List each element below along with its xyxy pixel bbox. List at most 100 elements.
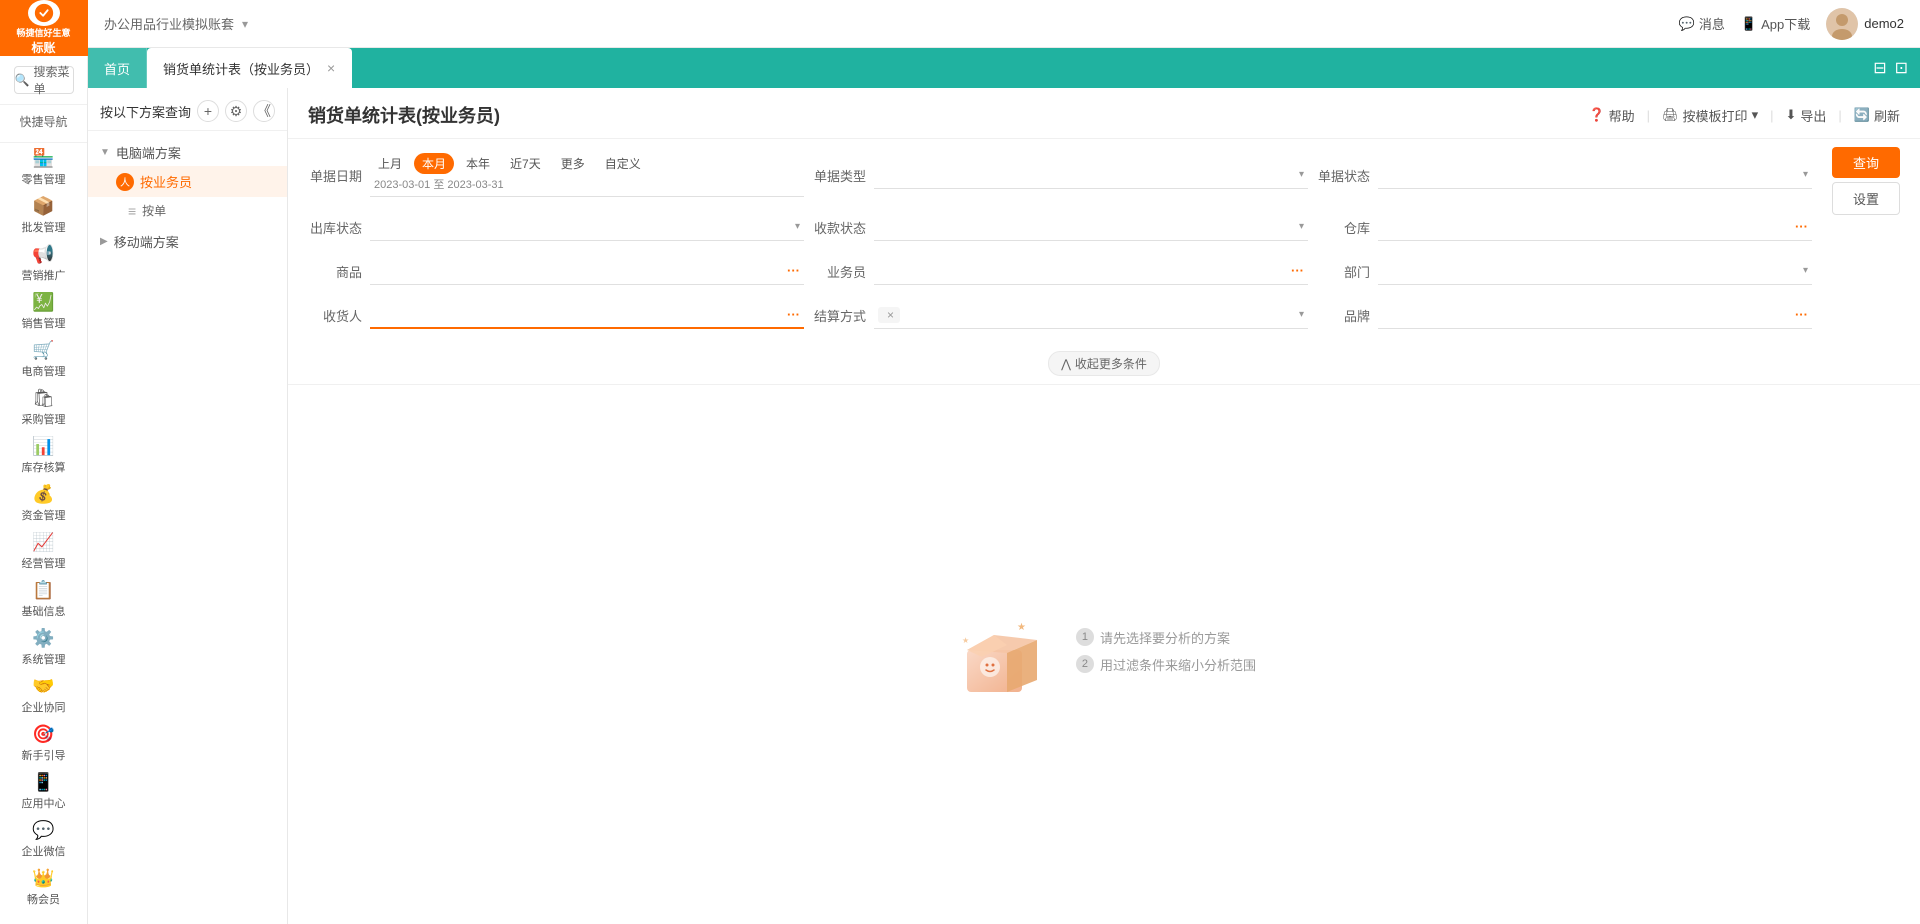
nav-label-cooperation: 企业协同 [22, 699, 66, 715]
pc-schema-group: ▼ 电脑端方案 人 按业务员 ≡ 按单 ▶ 移动端方案 [88, 131, 287, 263]
nav-icon-operations: 📈 [32, 532, 54, 553]
empty-hint-1: 1 请先选择要分析的方案 [1076, 628, 1256, 647]
app-download-btn[interactable]: 📱 App下载 [1741, 14, 1810, 33]
receipt-status-select[interactable]: ▾ [874, 213, 1308, 241]
tab-report[interactable]: 销货单统计表（按业务员） × [147, 48, 352, 88]
sidebar-item-retail[interactable]: 🏪 零售管理 [0, 143, 87, 191]
date-more-btn[interactable]: 更多 [553, 153, 593, 174]
nav-label-purchase: 采购管理 [22, 411, 66, 427]
empty-hint-2: 2 用过滤条件来缩小分析范围 [1076, 655, 1256, 674]
sidebar-item-appstore[interactable]: 📱 应用中心 [0, 767, 87, 815]
doc-status-select[interactable]: ▾ [1378, 161, 1812, 189]
left-panel: 按以下方案查询 + ⚙ 《 ▼ 电脑端方案 人 按业务员 ≡ 按 [88, 88, 288, 924]
left-panel-title: 按以下方案查询 [100, 102, 191, 121]
nav-icon-cooperation: 🤝 [32, 676, 54, 697]
doc-type-select[interactable]: ▾ [874, 161, 1308, 189]
salesperson-dots[interactable]: ··· [1291, 263, 1304, 278]
goods-select[interactable]: ··· [370, 257, 804, 285]
collapse-label: 收起更多条件 [1075, 355, 1147, 372]
user-avatar [1826, 8, 1858, 40]
sidebar-item-finance[interactable]: 💰 资金管理 [0, 479, 87, 527]
breadcrumb: 办公用品行业模拟账套 [104, 14, 234, 33]
out-status-select[interactable]: ▾ [370, 213, 804, 241]
out-status-label: 出库状态 [300, 218, 370, 237]
sidebar-item-member[interactable]: 👑 畅会员 [0, 863, 87, 911]
settle-method-tag: × [878, 307, 900, 323]
brand-dots[interactable]: ··· [1795, 307, 1808, 322]
date-range-text: 2023-03-01 至 2023-03-31 [370, 176, 804, 192]
minimize-icon[interactable]: ⊟ [1873, 58, 1886, 78]
goods-label: 商品 [300, 262, 370, 281]
warehouse-select[interactable]: ··· [1378, 213, 1812, 241]
sidebar-item-wholesale[interactable]: 📦 批发管理 [0, 191, 87, 239]
sidebar-item-system[interactable]: ⚙️ 系统管理 [0, 623, 87, 671]
sidebar-item-inventory[interactable]: 📊 库存核算 [0, 431, 87, 479]
settle-method-select[interactable]: × ▾ [874, 301, 1308, 329]
tab-home[interactable]: 首页 [88, 48, 147, 88]
date-this-year-btn[interactable]: 本年 [458, 153, 498, 174]
warehouse-dots[interactable]: ··· [1795, 219, 1808, 234]
add-schema-btn[interactable]: + [197, 100, 219, 122]
help-btn[interactable]: ❓ 帮助 [1588, 106, 1634, 125]
svg-text:★: ★ [1017, 622, 1026, 633]
template-print-btn[interactable]: 🖨 按模板打印 ▾ [1662, 106, 1758, 125]
sidebar-item-cooperation[interactable]: 🤝 企业协同 [0, 671, 87, 719]
receiver-select[interactable]: ··· [370, 301, 804, 329]
doc-status-arrow: ▾ [1803, 169, 1808, 180]
settings-btn[interactable]: 设置 [1832, 182, 1900, 215]
empty-hints: 1 请先选择要分析的方案 2 用过滤条件来缩小分析范围 [1076, 628, 1256, 682]
print-label: 按模板打印 [1683, 106, 1748, 125]
filter-row-3: 商品 ··· 业务员 ··· [288, 247, 1824, 291]
refresh-btn[interactable]: 🔄 刷新 [1854, 106, 1900, 125]
sidebar-item-sales[interactable]: 💹 销售管理 [0, 287, 87, 335]
nav-label-appstore: 应用中心 [22, 795, 66, 811]
receiver-dots[interactable]: ··· [787, 307, 800, 322]
message-btn[interactable]: 💬 消息 [1679, 14, 1725, 33]
nav-icon-purchase: 🛍 [32, 388, 55, 409]
sidebar-item-basic[interactable]: 📋 基础信息 [0, 575, 87, 623]
sidebar-item-operations[interactable]: 📈 经营管理 [0, 527, 87, 575]
breadcrumb-dropdown-icon[interactable]: ▾ [242, 17, 248, 31]
right-content: 销货单统计表(按业务员) ❓ 帮助 | 🖨 按模板打印 ▾ | ⬇ [288, 88, 1920, 924]
page-title: 销货单统计表(按业务员) [308, 102, 500, 128]
goods-dots[interactable]: ··· [787, 263, 800, 278]
receiver-cell: 收货人 ··· [300, 295, 804, 335]
nav-label-wechat: 企业微信 [22, 843, 66, 859]
mobile-schema-group-title[interactable]: ▶ 移动端方案 [88, 228, 287, 255]
left-panel-actions: + ⚙ 《 [197, 100, 275, 122]
settings-schema-btn[interactable]: ⚙ [225, 100, 247, 122]
department-select[interactable]: ▾ [1378, 257, 1812, 285]
filter-row-1: 单据日期 上月 本月 本年 近7天 更多 自定义 [288, 139, 1824, 203]
svg-text:★: ★ [962, 636, 969, 645]
tab-close-btn[interactable]: × [327, 60, 335, 76]
search-menu-btn[interactable]: 🔍 搜索菜单 [14, 66, 74, 94]
salesperson-select[interactable]: ··· [874, 257, 1308, 285]
nav-icon-wholesale: 📦 [32, 196, 54, 217]
search-menu-label: 搜索菜单 [33, 63, 72, 97]
export-btn[interactable]: ⬇ 导出 [1785, 106, 1826, 125]
date-this-month-btn[interactable]: 本月 [414, 153, 454, 174]
maximize-icon[interactable]: ⊡ [1895, 58, 1908, 78]
collapse-panel-btn[interactable]: 《 [253, 100, 275, 122]
sidebar-item-ecommerce[interactable]: 🛒 电商管理 [0, 335, 87, 383]
pc-schema-group-title[interactable]: ▼ 电脑端方案 [88, 139, 287, 166]
query-btn[interactable]: 查询 [1832, 147, 1900, 178]
date-last-month-btn[interactable]: 上月 [370, 153, 410, 174]
sidebar-item-purchase[interactable]: 🛍 采购管理 [0, 383, 87, 431]
warehouse-cell: 仓库 ··· [1308, 207, 1812, 247]
collapse-btn[interactable]: ⋀ 收起更多条件 [1048, 351, 1160, 376]
sidebar-item-newbie[interactable]: 🎯 新手引导 [0, 719, 87, 767]
schema-sub-item-order[interactable]: ≡ 按单 [88, 197, 287, 224]
department-label: 部门 [1308, 262, 1378, 281]
brand-select[interactable]: ··· [1378, 301, 1812, 329]
schema-item-staff[interactable]: 人 按业务员 [88, 166, 287, 197]
date-custom-btn[interactable]: 自定义 [597, 153, 649, 174]
settle-tag-remove[interactable]: × [887, 308, 894, 322]
sidebar-item-wechat[interactable]: 💬 企业微信 [0, 815, 87, 863]
brand-label: 品牌 [1308, 306, 1378, 325]
nav-list: 🏪 零售管理 📦 批发管理 📢 营销推广 💹 销售管理 🛒 电商管理 🛍 采购管… [0, 143, 87, 924]
nav-label-sales: 销售管理 [22, 315, 66, 331]
sidebar-item-marketing[interactable]: 📢 营销推广 [0, 239, 87, 287]
user-section[interactable]: demo2 [1826, 8, 1904, 40]
date-last-7days-btn[interactable]: 近7天 [502, 153, 549, 174]
